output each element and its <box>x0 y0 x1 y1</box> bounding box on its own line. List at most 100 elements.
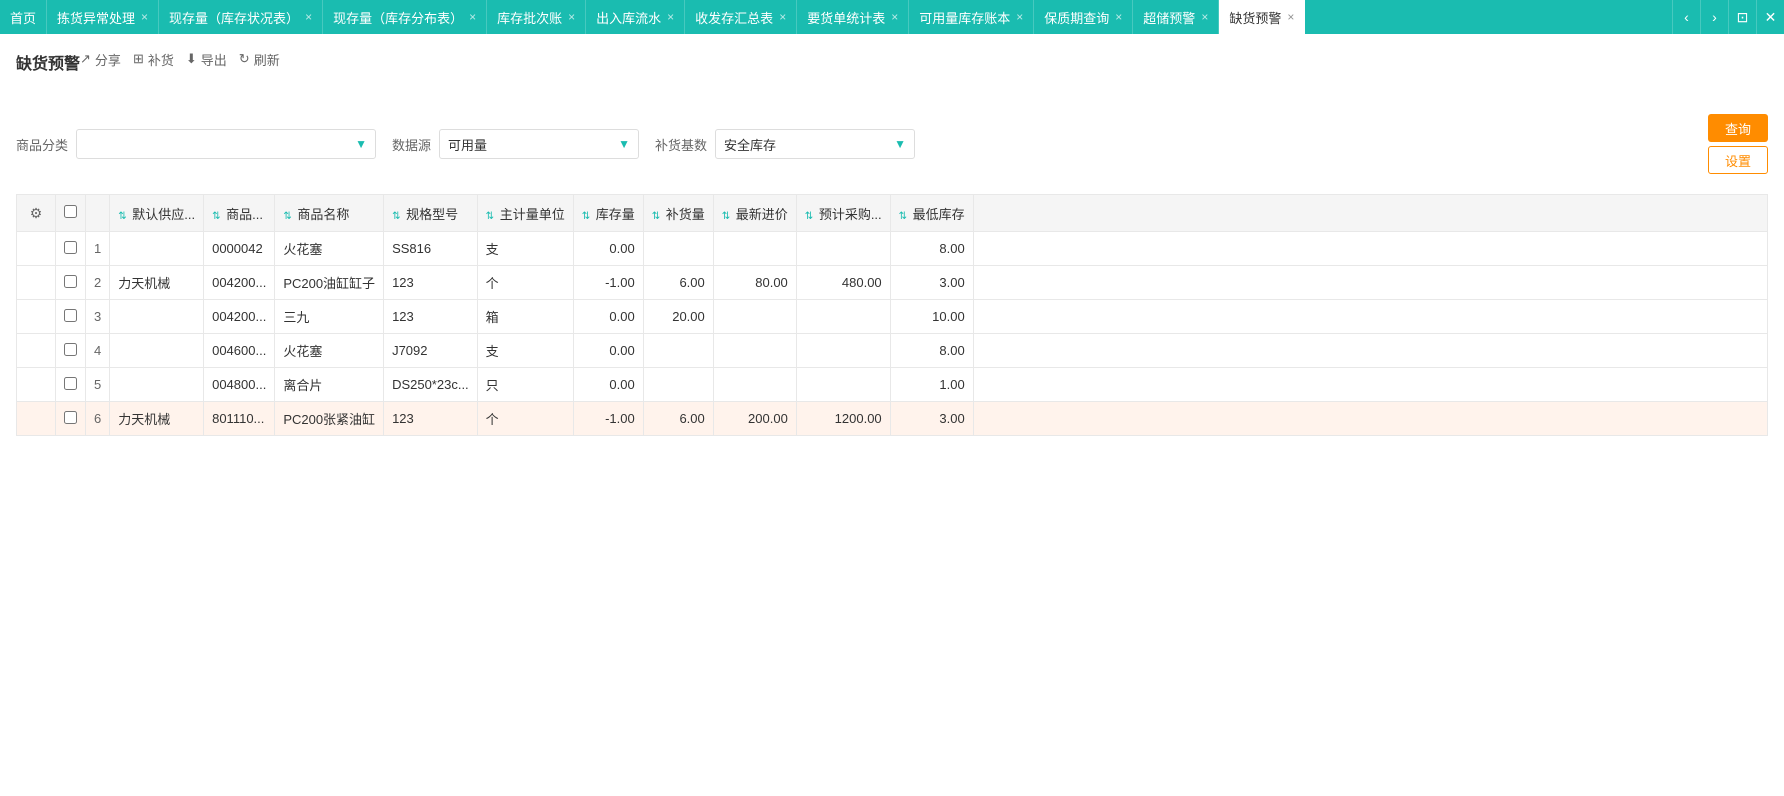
tab-prev-btn[interactable]: ‹ <box>1672 0 1700 34</box>
sort-icon-6: ⇅ <box>582 211 590 222</box>
share-icon: ↗ <box>80 51 91 67</box>
column-latest-price[interactable]: ⇅ 最新进价 <box>713 195 796 232</box>
row-est-purchase-2 <box>796 300 890 334</box>
row-product-code-4: 004800... <box>204 368 275 402</box>
row-checkbox-5[interactable] <box>64 411 77 424</box>
row-est-purchase-4 <box>796 368 890 402</box>
row-check-4[interactable] <box>56 368 86 402</box>
tab-demand-stats[interactable]: 要货单统计表 × <box>797 0 909 34</box>
sort-icon-4: ⇅ <box>392 211 400 222</box>
row-spec-5: 123 <box>384 402 478 436</box>
tab-close-receive-summary[interactable]: × <box>779 10 786 24</box>
sort-icon-9: ⇅ <box>805 211 813 222</box>
row-checkbox-4[interactable] <box>64 377 77 390</box>
share-btn[interactable]: ↗ 分享 <box>80 50 121 69</box>
replenish-basis-select[interactable]: 安全库存 ▼ <box>715 129 915 159</box>
row-spec-0: SS816 <box>384 232 478 266</box>
tab-inventory-dist[interactable]: 现存量（库存分布表） × <box>323 0 487 34</box>
filter-row: 商品分类 ▼ 数据源 可用量 ▼ 补货基数 安全库存 ▼ 查询 设置 <box>16 106 1768 182</box>
row-supplier-5: 力天机械 <box>110 402 204 436</box>
settings-button[interactable]: 设置 <box>1708 146 1768 174</box>
row-check-3[interactable] <box>56 334 86 368</box>
table-header-row: ⚙ ⇅ 默认供应... ⇅ 商品... ⇅ 商品名称 <box>17 195 1768 232</box>
column-row-num <box>86 195 110 232</box>
tab-close-in-out-flow[interactable]: × <box>667 10 674 24</box>
replenish-icon: ⊞ <box>133 51 144 67</box>
row-checkbox-2[interactable] <box>64 309 77 322</box>
tab-batch-account[interactable]: 库存批次账 × <box>487 0 586 34</box>
column-inventory[interactable]: ⇅ 库存量 <box>573 195 643 232</box>
tab-restore-btn[interactable]: ⊡ <box>1728 0 1756 34</box>
gear-icon[interactable]: ⚙ <box>25 202 47 224</box>
tab-overstock[interactable]: 超储预警 × <box>1133 0 1219 34</box>
row-checkbox-3[interactable] <box>64 343 77 356</box>
row-checkbox-0[interactable] <box>64 241 77 254</box>
tab-close-all-btn[interactable]: ✕ <box>1756 0 1784 34</box>
export-btn[interactable]: ⬇ 导出 <box>186 50 227 69</box>
column-check <box>56 195 86 232</box>
tab-close-batch-account[interactable]: × <box>568 10 575 24</box>
tab-close-exception[interactable]: × <box>141 10 148 24</box>
replenish-btn[interactable]: ⊞ 补货 <box>133 50 174 69</box>
tab-close-shortage[interactable]: × <box>1287 10 1294 24</box>
select-all-checkbox[interactable] <box>64 205 77 218</box>
column-min-inventory[interactable]: ⇅ 最低库存 <box>890 195 973 232</box>
row-supplier-0 <box>110 232 204 266</box>
tab-expiry-query[interactable]: 保质期查询 × <box>1034 0 1133 34</box>
tab-exception[interactable]: 拣货异常处理 × <box>47 0 159 34</box>
datasource-select[interactable]: 可用量 ▼ <box>439 129 639 159</box>
row-extra-0 <box>973 232 1767 266</box>
row-latest-price-4 <box>713 368 796 402</box>
row-product-name-0: 火花塞 <box>275 232 384 266</box>
table-row: 4 004600... 火花塞 J7092 支 0.00 8.00 <box>17 334 1768 368</box>
column-replenish-qty[interactable]: ⇅ 补货量 <box>643 195 713 232</box>
column-product-code[interactable]: ⇅ 商品... <box>204 195 275 232</box>
page-header: 缺货预警 ↗ 分享 ⊞ 补货 ⬇ 导出 ↻ 刷新 <box>16 50 1768 90</box>
tab-close-overstock[interactable]: × <box>1201 10 1208 24</box>
category-select[interactable]: ▼ <box>76 129 376 159</box>
table-row: 3 004200... 三九 123 箱 0.00 20.00 10.00 <box>17 300 1768 334</box>
row-gear-5 <box>17 402 56 436</box>
row-product-code-1: 004200... <box>204 266 275 300</box>
column-gear[interactable]: ⚙ <box>17 195 56 232</box>
row-check-5[interactable] <box>56 402 86 436</box>
row-unit-2: 箱 <box>477 300 573 334</box>
row-est-purchase-5: 1200.00 <box>796 402 890 436</box>
tab-close-inventory-dist[interactable]: × <box>469 10 476 24</box>
tab-next-btn[interactable]: › <box>1700 0 1728 34</box>
column-spec[interactable]: ⇅ 规格型号 <box>384 195 478 232</box>
query-button[interactable]: 查询 <box>1708 114 1768 142</box>
row-check-2[interactable] <box>56 300 86 334</box>
row-gear-2 <box>17 300 56 334</box>
tab-shortage[interactable]: 缺货预警 × <box>1219 0 1305 34</box>
refresh-btn[interactable]: ↻ 刷新 <box>239 50 280 69</box>
category-filter-group: 商品分类 ▼ <box>16 129 376 159</box>
tab-in-out-flow[interactable]: 出入库流水 × <box>586 0 685 34</box>
tab-available-ledger[interactable]: 可用量库存账本 × <box>909 0 1034 34</box>
tab-inventory-status[interactable]: 现存量（库存状况表） × <box>159 0 323 34</box>
row-product-code-2: 004200... <box>204 300 275 334</box>
row-checkbox-1[interactable] <box>64 275 77 288</box>
tab-close-demand-stats[interactable]: × <box>891 10 898 24</box>
row-product-name-4: 离合片 <box>275 368 384 402</box>
sort-icon-2: ⇅ <box>212 211 220 222</box>
replenish-basis-dropdown-icon: ▼ <box>894 137 906 151</box>
row-gear-1 <box>17 266 56 300</box>
tab-home[interactable]: 首页 <box>0 0 47 34</box>
column-est-purchase[interactable]: ⇅ 预计采购... <box>796 195 890 232</box>
row-check-1[interactable] <box>56 266 86 300</box>
tab-close-inventory-status[interactable]: × <box>305 10 312 24</box>
column-default-supplier[interactable]: ⇅ 默认供应... <box>110 195 204 232</box>
row-replenish-qty-0 <box>643 232 713 266</box>
column-product-name[interactable]: ⇅ 商品名称 <box>275 195 384 232</box>
column-unit[interactable]: ⇅ 主计量单位 <box>477 195 573 232</box>
row-inventory-5: -1.00 <box>573 402 643 436</box>
tab-close-available-ledger[interactable]: × <box>1016 10 1023 24</box>
tab-close-expiry-query[interactable]: × <box>1115 10 1122 24</box>
row-unit-1: 个 <box>477 266 573 300</box>
tab-receive-summary[interactable]: 收发存汇总表 × <box>685 0 797 34</box>
row-check-0[interactable] <box>56 232 86 266</box>
row-supplier-3 <box>110 334 204 368</box>
row-inventory-4: 0.00 <box>573 368 643 402</box>
row-replenish-qty-3 <box>643 334 713 368</box>
